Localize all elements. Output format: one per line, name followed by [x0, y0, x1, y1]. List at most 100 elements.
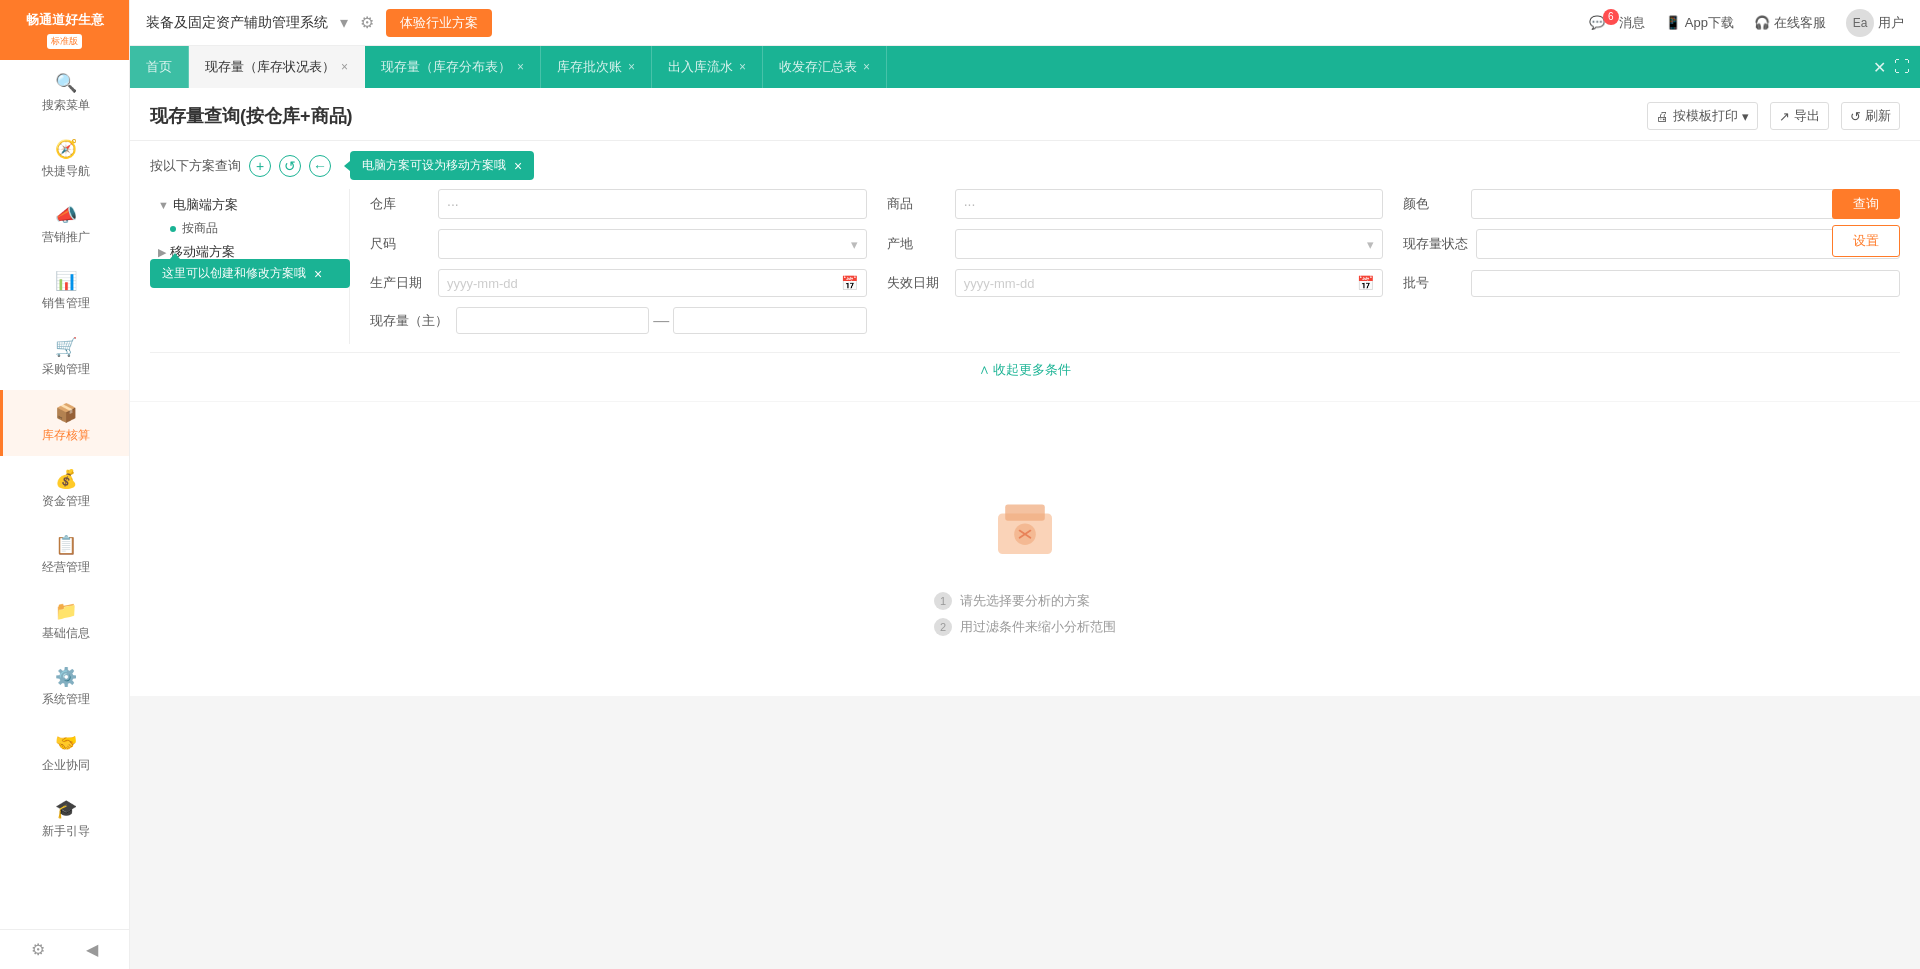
sidebar-item-finance[interactable]: 💰 资金管理: [0, 456, 129, 522]
sidebar-item-label: 资金管理: [42, 493, 90, 510]
expire-date-input[interactable]: yyyy-mm-dd 📅: [955, 269, 1384, 297]
tab-recv-send[interactable]: 收发存汇总表 ×: [763, 46, 887, 88]
scheme-child-goods[interactable]: 按商品: [170, 217, 339, 240]
top-header: 装备及固定资产辅助管理系统 ▾ ⚙ 体验行业方案 💬 6 消息 📱 App下载 …: [130, 0, 1920, 46]
messages-label: 消息: [1619, 14, 1645, 32]
tooltip-desktop-text: 电脑方案可设为移动方案哦: [362, 157, 506, 174]
warehouse-dots[interactable]: ···: [447, 196, 459, 212]
filter-row-stock-status: 现存量状态 ▾: [1403, 229, 1900, 259]
sidebar-item-search-menu[interactable]: 🔍 搜索菜单: [0, 60, 129, 126]
sidebar-item-label: 搜索菜单: [42, 97, 90, 114]
print-label: 按模板打印: [1673, 107, 1738, 125]
tab-close-icon[interactable]: ×: [517, 60, 524, 74]
sidebar-item-system[interactable]: ⚙️ 系统管理: [0, 654, 129, 720]
expire-date-label: 失效日期: [887, 274, 947, 292]
empty-tips: 1 请先选择要分析的方案 2 用过滤条件来缩小分析范围: [934, 592, 1116, 636]
tab-recv-send-label: 收发存汇总表: [779, 58, 857, 76]
tab-inventory-status[interactable]: 现存量（库存状况表） ×: [189, 46, 365, 88]
batch-no-input[interactable]: [1471, 270, 1900, 297]
sidebar-item-operations[interactable]: 📋 经营管理: [0, 522, 129, 588]
scheme-node-desktop[interactable]: ▼ 电脑端方案: [150, 193, 339, 217]
prod-date-label: 生产日期: [370, 274, 430, 292]
tab-close-all-icon[interactable]: ✕: [1873, 58, 1886, 77]
experience-btn[interactable]: 体验行业方案: [386, 9, 492, 37]
export-btn[interactable]: ↗ 导出: [1770, 102, 1829, 130]
logo-badge: 标准版: [47, 34, 82, 49]
svg-rect-1: [1005, 505, 1045, 521]
page-title: 现存量查询(按仓库+商品): [150, 104, 353, 128]
refresh-btn[interactable]: ↺ 刷新: [1841, 102, 1900, 130]
tooltip-desktop-close[interactable]: ×: [514, 158, 522, 174]
tooltip-create-close[interactable]: ×: [314, 266, 322, 282]
tab-home[interactable]: 首页: [130, 46, 189, 88]
filter-row-expire-date: 失效日期 yyyy-mm-dd 📅: [887, 269, 1384, 297]
header-left: 装备及固定资产辅助管理系统 ▾ ⚙ 体验行业方案: [146, 9, 492, 37]
tab-close-icon[interactable]: ×: [628, 60, 635, 74]
reset-button[interactable]: 设置: [1832, 225, 1900, 257]
app-download-item[interactable]: 📱 App下载: [1665, 14, 1734, 32]
tab-close-icon[interactable]: ×: [739, 60, 746, 74]
goods-dots[interactable]: ···: [964, 196, 976, 212]
collapse-bar[interactable]: ∧ 收起更多条件: [150, 352, 1900, 387]
sidebar-item-sales[interactable]: 📊 销售管理: [0, 258, 129, 324]
tab-inventory-dist[interactable]: 现存量（库存分布表） ×: [365, 46, 541, 88]
search-button[interactable]: 查询: [1832, 189, 1900, 219]
sidebar-item-guide[interactable]: 🎓 新手引导: [0, 786, 129, 852]
tip-num-1: 1: [934, 592, 952, 610]
goods-select[interactable]: ···: [955, 189, 1384, 219]
online-support-item[interactable]: 🎧 在线客服: [1754, 14, 1826, 32]
prod-date-input[interactable]: yyyy-mm-dd 📅: [438, 269, 867, 297]
sidebar-item-label: 系统管理: [42, 691, 90, 708]
settings-icon[interactable]: ⚙: [360, 13, 374, 32]
tab-bar: 首页 现存量（库存状况表） × 现存量（库存分布表） × 库存批次账 × 出入库…: [130, 46, 1920, 88]
sidebar-settings-btn[interactable]: ⚙: [31, 940, 45, 959]
page-actions: 🖨 按模板打印 ▾ ↗ 导出 ↺ 刷新: [1647, 102, 1900, 130]
scheme-node-desktop-label: 电脑端方案: [173, 196, 238, 214]
refresh-label: 刷新: [1865, 107, 1891, 125]
origin-select[interactable]: ▾: [955, 229, 1384, 259]
app-download-label: App下载: [1685, 14, 1734, 32]
tab-in-out-flow[interactable]: 出入库流水 ×: [652, 46, 763, 88]
sidebar-item-purchase[interactable]: 🛒 采购管理: [0, 324, 129, 390]
filter-row-warehouse: 仓库 ···: [370, 189, 867, 219]
sidebar-collapse-btn[interactable]: ◀: [86, 940, 98, 959]
tab-close-icon[interactable]: ×: [341, 60, 348, 74]
sidebar-item-enterprise[interactable]: 🤝 企业协同: [0, 720, 129, 786]
tab-maximize-icon[interactable]: ⛶: [1894, 58, 1910, 76]
filter-row-batch-no: 批号: [1403, 270, 1900, 297]
sidebar-item-inventory[interactable]: 📦 库存核算: [0, 390, 129, 456]
collapse-icon: ∧: [979, 362, 994, 377]
sidebar-item-marketing[interactable]: 📣 营销推广: [0, 192, 129, 258]
print-btn[interactable]: 🖨 按模板打印 ▾: [1647, 102, 1758, 130]
empty-tip-2: 2 用过滤条件来缩小分析范围: [934, 618, 1116, 636]
filter-row-size: 尺码 ▾: [370, 229, 867, 259]
size-label: 尺码: [370, 235, 430, 253]
empty-tip-2-text: 用过滤条件来缩小分析范围: [960, 618, 1116, 636]
header-right: 💬 6 消息 📱 App下载 🎧 在线客服 Ea 用户: [1589, 9, 1904, 37]
tab-batch-ledger[interactable]: 库存批次账 ×: [541, 46, 652, 88]
sidebar-item-label: 基础信息: [42, 625, 90, 642]
size-select[interactable]: ▾: [438, 229, 867, 259]
warehouse-select[interactable]: ···: [438, 189, 867, 219]
filter-add-btn[interactable]: +: [249, 155, 271, 177]
stock-qty-min[interactable]: [456, 307, 649, 334]
user-item[interactable]: Ea 用户: [1846, 9, 1904, 37]
tooltip-desktop: 电脑方案可设为移动方案哦 ×: [350, 151, 534, 180]
filter-row-color: 颜色 ▾: [1403, 189, 1900, 219]
marketing-icon: 📣: [55, 204, 77, 226]
tooltip-create: 这里可以创建和修改方案哦 ×: [150, 259, 350, 288]
messages-item[interactable]: 💬 6 消息: [1589, 14, 1645, 32]
tab-close-icon[interactable]: ×: [863, 60, 870, 74]
system-dropdown-icon[interactable]: ▾: [340, 13, 348, 32]
tab-home-label: 首页: [146, 58, 172, 76]
stock-qty-max[interactable]: [673, 307, 866, 334]
sidebar-item-label: 销售管理: [42, 295, 90, 312]
calendar-icon[interactable]: 📅: [841, 275, 858, 291]
avatar-text: Ea: [1853, 16, 1868, 30]
filter-back-btn[interactable]: ←: [309, 155, 331, 177]
sidebar-item-basic[interactable]: 📁 基础信息: [0, 588, 129, 654]
sidebar-item-quick-nav[interactable]: 🧭 快捷导航: [0, 126, 129, 192]
refresh-icon: ↺: [1850, 109, 1861, 124]
calendar-icon[interactable]: 📅: [1357, 275, 1374, 291]
filter-refresh-btn[interactable]: ↺: [279, 155, 301, 177]
